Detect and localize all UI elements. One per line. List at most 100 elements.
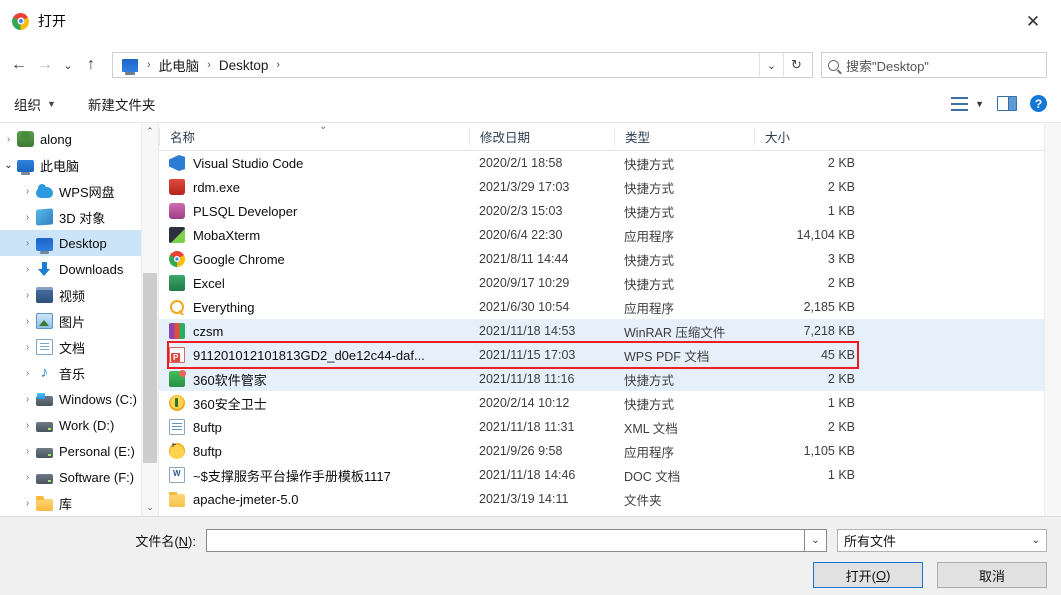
file-name-cell: Google Chrome — [159, 251, 469, 267]
column-header-type[interactable]: 类型 — [614, 128, 754, 146]
table-row[interactable]: 360安全卫士2020/2/14 10:12快捷方式1 KB — [159, 391, 1061, 415]
sidebar-item-Personal (E:)[interactable]: ›Personal (E:) — [0, 438, 158, 464]
table-row[interactable]: PLSQL Developer2020/2/3 15:03快捷方式1 KB — [159, 199, 1061, 223]
chevron-right-icon[interactable]: › — [19, 316, 36, 327]
drive-icon — [36, 422, 53, 432]
scrollbar-thumb[interactable] — [143, 273, 157, 463]
chevron-right-icon[interactable]: › — [19, 186, 36, 197]
chrome-icon — [12, 13, 29, 30]
search-input[interactable]: 搜索"Desktop" — [821, 52, 1047, 78]
chevron-right-icon[interactable]: › — [19, 368, 36, 379]
sidebar-item-音乐[interactable]: ›♪音乐 — [0, 360, 158, 386]
table-row[interactable]: apache-jmeter-5.02021/3/19 14:11文件夹 — [159, 487, 1061, 511]
chevron-down-icon[interactable]: ⌄ — [0, 160, 17, 171]
excel-icon — [169, 275, 185, 291]
file-name-cell: apache-jmeter-5.0 — [159, 492, 469, 507]
chevron-right-icon[interactable]: › — [19, 212, 36, 223]
filename-field[interactable] — [206, 529, 805, 552]
chevron-right-icon[interactable]: › — [19, 394, 36, 405]
up-button[interactable]: ↑ — [78, 50, 104, 80]
table-row[interactable]: 8uftp2021/9/26 9:58应用程序1,105 KB — [159, 439, 1061, 463]
refresh-icon[interactable]: ↻ — [783, 53, 809, 77]
sidebar-item-label: 3D 对象 — [59, 208, 105, 227]
table-row[interactable]: 8uftp2021/11/18 11:31XML 文档2 KB — [159, 415, 1061, 439]
sidebar-item-Software (F:)[interactable]: ›Software (F:) — [0, 464, 158, 490]
chevron-right-icon[interactable]: › — [19, 498, 36, 509]
file-name-cell: 8uftp — [159, 443, 469, 459]
column-header-size[interactable]: 大小 — [754, 128, 869, 146]
drive-icon — [36, 396, 53, 406]
sidebar-item-Desktop[interactable]: ›Desktop — [0, 230, 158, 256]
new-folder-button[interactable]: 新建文件夹 — [88, 94, 156, 114]
sidebar-item-文档[interactable]: ›文档 — [0, 334, 158, 360]
file-date: 2021/6/30 10:54 — [469, 300, 614, 314]
scroll-up-icon[interactable]: ⌃ — [142, 123, 158, 140]
organize-button[interactable]: 组织 ▼ — [14, 94, 56, 114]
table-row[interactable]: 360软件管家2021/11/18 11:16快捷方式2 KB — [159, 367, 1061, 391]
3d-objects-icon — [36, 208, 53, 225]
file-list-scrollbar[interactable] — [1044, 123, 1061, 516]
file-type: DOC 文档 — [614, 466, 754, 485]
table-row[interactable]: MobaXterm2020/6/4 22:30应用程序14,104 KB — [159, 223, 1061, 247]
view-list-icon[interactable] — [951, 97, 968, 111]
sidebar-item-3D 对象[interactable]: › 3D 对象 — [0, 204, 158, 230]
sidebar-item-库[interactable]: ›库 — [0, 490, 158, 516]
chevron-right-icon[interactable]: › — [19, 446, 36, 457]
file-type: WPS PDF 文档 — [614, 346, 754, 365]
breadcrumb-item-0[interactable]: 此电脑 — [155, 53, 204, 77]
column-header-name[interactable]: 名称 — [159, 128, 469, 146]
open-button[interactable]: 打开(O) — [813, 562, 923, 588]
navigation-bar: ← → ⌄ ↑ › 此电脑 › Desktop › ⌄ ↻ 搜索"Desktop… — [0, 45, 1061, 85]
column-header-date[interactable]: 修改日期 — [469, 128, 614, 146]
table-row[interactable]: czsm2021/11/18 14:53WinRAR 压缩文件7,218 KB — [159, 319, 1061, 343]
breadcrumb[interactable]: › 此电脑 › Desktop › ⌄ ↻ — [112, 52, 813, 78]
close-icon[interactable]: ✕ — [1019, 8, 1047, 36]
chevron-right-icon[interactable]: › — [19, 238, 36, 249]
chevron-right-icon[interactable]: › — [19, 420, 36, 431]
chevron-right-icon[interactable]: › — [19, 264, 36, 275]
table-row[interactable]: Everything2021/6/30 10:54应用程序2,185 KB — [159, 295, 1061, 319]
sidebar-item-图片[interactable]: ›图片 — [0, 308, 158, 334]
sidebar-item-Work (D:)[interactable]: ›Work (D:) — [0, 412, 158, 438]
chevron-right-icon[interactable]: › — [19, 472, 36, 483]
sidebar-item-Downloads[interactable]: ›Downloads — [0, 256, 158, 282]
sidebar-item-此电脑[interactable]: ⌄此电脑 — [0, 152, 158, 178]
sidebar-item-along[interactable]: ›along — [0, 126, 158, 152]
scroll-down-icon[interactable]: ⌄ — [142, 499, 158, 516]
forward-button[interactable]: → — [32, 50, 58, 80]
table-row[interactable]: Visual Studio Code2020/2/1 18:58快捷方式2 KB — [159, 151, 1061, 175]
file-date: 2020/9/17 10:29 — [469, 276, 614, 290]
file-type-filter-select[interactable]: 所有文件 ⌄ — [837, 529, 1047, 552]
table-row[interactable]: rdm.exe2021/3/29 17:03快捷方式2 KB — [159, 175, 1061, 199]
chevron-down-icon[interactable]: ⌄ — [759, 53, 783, 77]
table-row[interactable]: Google Chrome2021/8/11 14:44快捷方式3 KB — [159, 247, 1061, 271]
table-row[interactable]: Excel2020/9/17 10:29快捷方式2 KB — [159, 271, 1061, 295]
word-file-icon — [169, 467, 185, 483]
breadcrumb-separator: › — [203, 59, 215, 71]
recent-locations-button[interactable]: ⌄ — [58, 50, 78, 80]
sidebar-scrollbar[interactable]: ⌃ ⌄ — [141, 123, 158, 516]
chevron-down-icon[interactable]: ▼ — [975, 99, 984, 109]
table-row[interactable]: ~$支撑服务平台操作手册模板11172021/11/18 14:46DOC 文档… — [159, 463, 1061, 487]
chevron-right-icon[interactable]: › — [19, 290, 36, 301]
file-size: 2 KB — [754, 276, 869, 290]
chevron-down-icon: ▼ — [47, 99, 56, 109]
preview-pane-icon[interactable] — [997, 96, 1017, 111]
file-date: 2021/11/18 14:46 — [469, 468, 614, 482]
breadcrumb-item-1[interactable]: Desktop — [215, 56, 273, 75]
sidebar-item-视频[interactable]: ›视频 — [0, 282, 158, 308]
sidebar-item-WPS网盘[interactable]: ›WPS网盘 — [0, 178, 158, 204]
chevron-right-icon[interactable]: › — [0, 134, 17, 145]
file-type: 应用程序 — [614, 298, 754, 317]
file-date: 2021/11/18 14:53 — [469, 324, 614, 338]
help-icon[interactable]: ? — [1030, 95, 1047, 112]
back-button[interactable]: ← — [6, 50, 32, 80]
chevron-right-icon[interactable]: › — [19, 342, 36, 353]
cancel-button[interactable]: 取消 — [937, 562, 1047, 588]
file-date: 2020/2/14 10:12 — [469, 396, 614, 410]
filename-input[interactable] — [211, 532, 800, 549]
sidebar-item-Windows (C:)[interactable]: ›Windows (C:) — [0, 386, 158, 412]
table-row[interactable]: 911201012101813GD2_d0e12c44-daf...2021/1… — [159, 343, 1061, 367]
file-name: MobaXterm — [193, 228, 260, 243]
filename-history-chevron-down-icon[interactable]: ⌄ — [805, 529, 827, 552]
